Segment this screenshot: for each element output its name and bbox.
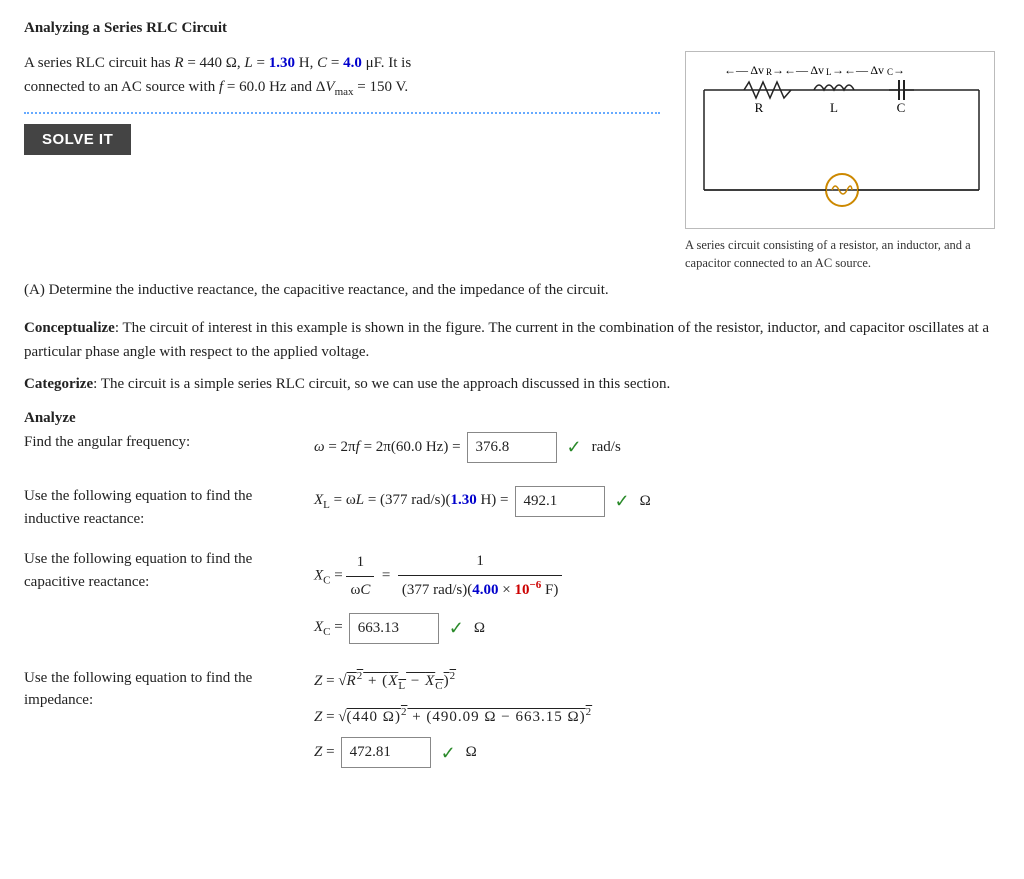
- analyze-section: Analyze Find the angular frequency: ω = …: [24, 410, 1000, 773]
- categorize-text: Categorize: The circuit is a simple seri…: [24, 372, 1000, 396]
- svg-text:→←— Δv: →←— Δv: [832, 63, 884, 77]
- conceptualize-text: Conceptualize: The circuit of interest i…: [24, 316, 1000, 364]
- svg-text:←— Δv: ←— Δv: [724, 63, 764, 77]
- svg-text:→←— Δv: →←— Δv: [772, 63, 824, 77]
- solve-it-button[interactable]: SOLVE IT: [24, 124, 131, 155]
- intro-text: A series RLC circuit has R = 440 Ω, L = …: [24, 51, 660, 102]
- angular-frequency-row: Find the angular frequency: ω = 2πf = 2π…: [24, 431, 1000, 467]
- z-answer-box: 472.81: [341, 737, 431, 768]
- xl-answer-box: 492.1: [515, 486, 605, 517]
- xc-check: ✓: [449, 612, 464, 644]
- svg-text:→: →: [893, 63, 905, 77]
- categorize-label: Categorize: [24, 376, 93, 392]
- svg-text:C: C: [897, 100, 906, 115]
- omega-answer-box: 376.8: [467, 432, 557, 463]
- impedance-math: Z = √R2 + (XL − XC)2 Z = √(440 Ω)2 + (49…: [314, 667, 1000, 773]
- xc-answer-box: 663.13: [349, 613, 439, 644]
- svg-text:R: R: [755, 100, 764, 115]
- circuit-diagram: ←— Δv R →←— Δv L →←— Δv C → R L: [685, 51, 995, 229]
- conceptualize-label: Conceptualize: [24, 320, 115, 336]
- inductive-reactance-desc: Use the following equation to find the i…: [24, 485, 294, 530]
- circuit-caption: A series circuit consisting of a resisto…: [685, 237, 995, 272]
- capacitive-reactance-math: XC = 1 ωC = 1 (377 rad/s)(4.00 × 10−6 F)…: [314, 548, 1000, 648]
- svg-text:L: L: [830, 100, 838, 115]
- circuit-svg: ←— Δv R →←— Δv L →←— Δv C → R L: [694, 60, 992, 215]
- question-text: (A) Determine the inductive reactance, t…: [24, 278, 1000, 302]
- page-title: Analyzing a Series RLC Circuit: [24, 20, 1000, 37]
- z-check: ✓: [441, 737, 456, 769]
- omega-check: ✓: [567, 431, 582, 463]
- dotted-divider: [24, 112, 660, 114]
- analyze-label: Analyze: [24, 410, 1000, 427]
- capacitive-reactance-row: Use the following equation to find the c…: [24, 548, 1000, 648]
- inductive-reactance-math: XL = ωL = (377 rad/s)(1.30 H) = 492.1 ✓ …: [314, 485, 1000, 521]
- capacitive-reactance-desc: Use the following equation to find the c…: [24, 548, 294, 593]
- inductive-reactance-row: Use the following equation to find the i…: [24, 485, 1000, 530]
- angular-frequency-desc: Find the angular frequency:: [24, 431, 294, 454]
- angular-frequency-math: ω = 2πf = 2π(60.0 Hz) = 376.8 ✓ rad/s: [314, 431, 1000, 467]
- impedance-desc: Use the following equation to find the i…: [24, 667, 294, 712]
- svg-text:L: L: [826, 67, 832, 77]
- xl-check: ✓: [615, 485, 630, 517]
- impedance-row: Use the following equation to find the i…: [24, 667, 1000, 773]
